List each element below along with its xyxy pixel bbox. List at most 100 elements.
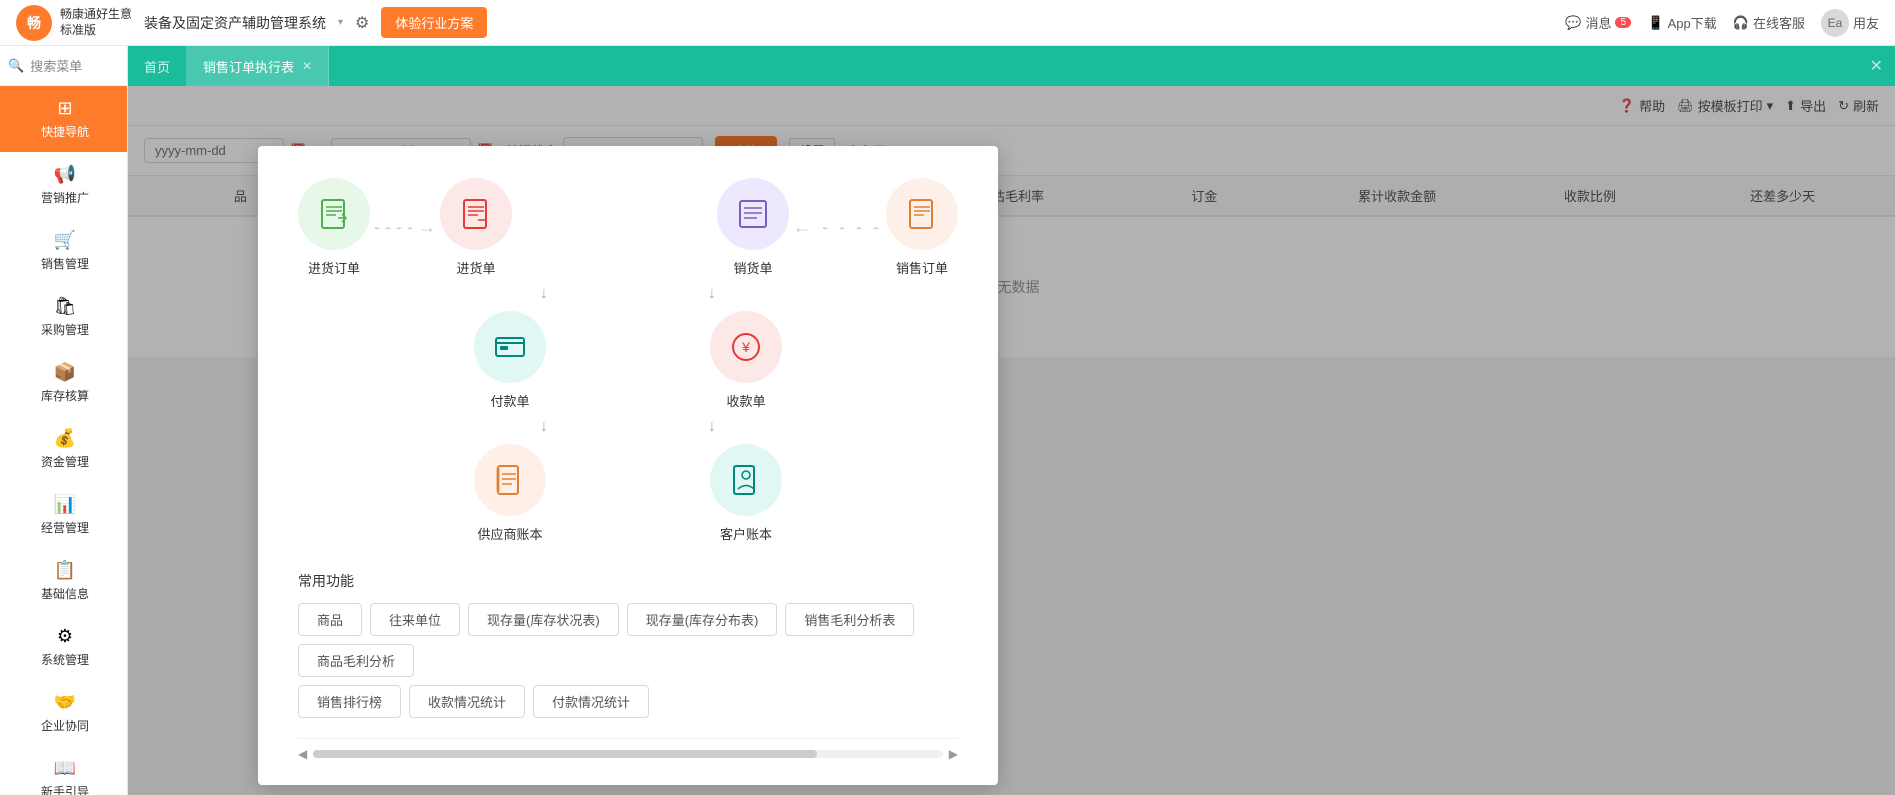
purchase-order-node[interactable] bbox=[298, 178, 370, 250]
tab-sales-order[interactable]: 销售订单执行表 ✕ bbox=[187, 46, 329, 86]
quick-nav-icon: ⊞ bbox=[57, 98, 72, 119]
func-btn-stock-status[interactable]: 现存量(库存状况表) bbox=[468, 603, 619, 636]
message-btn[interactable]: 💬 消息 5 bbox=[1565, 13, 1631, 32]
sidebar-item-enterprise[interactable]: 🤝 企业协同 bbox=[0, 680, 127, 746]
sidebar-menu: ⊞ 快捷导航 📢 营销推广 🛒 销售管理 🛍 采购管理 📦 库存核算 bbox=[0, 86, 127, 795]
func-btn-goods[interactable]: 商品 bbox=[298, 603, 362, 636]
inventory-icon: 📦 bbox=[54, 362, 76, 383]
purchase-bill-label: 进货单 bbox=[456, 258, 495, 277]
purchase-bill-down-col: ↓ bbox=[474, 281, 614, 307]
svg-text:¥: ¥ bbox=[741, 339, 750, 355]
close-all-tabs-btn[interactable]: ✕ bbox=[1858, 56, 1895, 76]
sidebar-item-label: 快捷导航 bbox=[41, 123, 89, 140]
sidebar-item-marketing[interactable]: 📢 营销推广 bbox=[0, 152, 127, 218]
settings-icon[interactable]: ⚙ bbox=[355, 13, 369, 33]
sidebar-item-system[interactable]: ⚙ 系统管理 bbox=[0, 614, 127, 680]
func-btn-receipt-stats[interactable]: 收款情况统计 bbox=[409, 685, 525, 718]
receipt-down-col: ↓ bbox=[642, 414, 782, 440]
sidebar-item-label: 企业协同 bbox=[41, 717, 89, 734]
purchase-order-col: 进货订单 bbox=[298, 178, 370, 277]
common-title: 常用功能 bbox=[298, 571, 958, 591]
modal-scrollbar: ◀ ▶ bbox=[298, 738, 958, 761]
scroll-track[interactable] bbox=[313, 750, 943, 758]
func-buttons: 商品 往来单位 现存量(库存状况表) 现存量(库存分布表) 销售毛利分析表 商品… bbox=[298, 603, 958, 677]
sidebar-item-purchase[interactable]: 🛍 采购管理 bbox=[0, 284, 127, 350]
sidebar: 🔍 搜索菜单 ⊞ 快捷导航 📢 营销推广 🛒 销售管理 🛍 采 bbox=[0, 46, 128, 795]
func-btn-counterpart[interactable]: 往来单位 bbox=[370, 603, 460, 636]
brand-icon: 畅 bbox=[16, 5, 52, 41]
system-title: 装备及固定资产辅助管理系统 bbox=[144, 13, 326, 33]
payment-down-col: ↓ bbox=[474, 414, 614, 440]
sales-bill-col: 销货单 bbox=[717, 178, 789, 277]
payment-bill-label: 付款单 bbox=[490, 391, 529, 410]
func-btn-stock-dist[interactable]: 现存量(库存分布表) bbox=[627, 603, 778, 636]
sidebar-item-basic[interactable]: 📋 基础信息 bbox=[0, 548, 127, 614]
app-download-btn[interactable]: 📱 App下载 bbox=[1647, 13, 1716, 32]
brand-logo: 畅 畅康通好生意 标准版 bbox=[16, 5, 132, 41]
scroll-right-arrow[interactable]: ▶ bbox=[949, 747, 958, 761]
payment-bill-node[interactable] bbox=[474, 311, 546, 383]
arrow-down-payment: ↓ bbox=[474, 285, 614, 303]
avatar: Ea bbox=[1821, 9, 1849, 37]
finance-icon: 💰 bbox=[54, 428, 76, 449]
func-buttons-row2: 销售排行榜 收款情况统计 付款情况统计 bbox=[298, 685, 958, 718]
online-service-btn[interactable]: 🎧 在线客服 bbox=[1733, 13, 1805, 32]
marketing-icon: 📢 bbox=[54, 164, 76, 185]
sidebar-item-finance[interactable]: 💰 资金管理 bbox=[0, 416, 127, 482]
sidebar-item-quick-nav[interactable]: ⊞ 快捷导航 bbox=[0, 86, 127, 152]
sales-bill-down-col: ↓ bbox=[642, 281, 782, 307]
sales-bill-node[interactable] bbox=[717, 178, 789, 250]
message-badge: 5 bbox=[1615, 17, 1631, 28]
sidebar-item-sales[interactable]: 🛒 销售管理 bbox=[0, 218, 127, 284]
arrow-down-supplier: ↓ bbox=[474, 418, 614, 436]
receipt-bill-label: 收款单 bbox=[726, 391, 765, 410]
arrow-down-customer: ↓ bbox=[642, 418, 782, 436]
sidebar-item-label: 营销推广 bbox=[41, 189, 89, 206]
sidebar-item-label: 基础信息 bbox=[41, 585, 89, 602]
sales-order-node[interactable] bbox=[886, 178, 958, 250]
quick-nav-modal: 进货订单 - - - - → bbox=[258, 146, 998, 785]
sidebar-item-inventory[interactable]: 📦 库存核算 bbox=[0, 350, 127, 416]
common-functions: 常用功能 商品 往来单位 现存量(库存状况表) 现存量(库存分布表) 销售毛利分… bbox=[298, 571, 958, 718]
sidebar-item-guide[interactable]: 📖 新手引导 bbox=[0, 746, 127, 795]
service-icon: 🎧 bbox=[1733, 15, 1749, 31]
customer-ledger-label: 客户账本 bbox=[720, 524, 772, 543]
sidebar-item-label: 采购管理 bbox=[41, 321, 89, 338]
purchase-order-label: 进货订单 bbox=[308, 258, 360, 277]
supplier-ledger-node[interactable] bbox=[474, 444, 546, 516]
sidebar-item-label: 资金管理 bbox=[41, 453, 89, 470]
tab-bar: 首页 销售订单执行表 ✕ ✕ bbox=[128, 46, 1895, 86]
user-menu[interactable]: Ea 用友 bbox=[1821, 9, 1879, 37]
trial-btn[interactable]: 体验行业方案 bbox=[381, 7, 487, 38]
modal-overlay: 进货订单 - - - - → bbox=[128, 86, 1895, 795]
system-icon: ⚙ bbox=[57, 626, 73, 647]
func-btn-sales-rank[interactable]: 销售排行榜 bbox=[298, 685, 401, 718]
sidebar-search[interactable]: 🔍 搜索菜单 bbox=[0, 46, 127, 86]
scroll-left-arrow[interactable]: ◀ bbox=[298, 747, 307, 761]
customer-ledger-node[interactable] bbox=[710, 444, 782, 516]
page-content: ❓ 帮助 🖨 按模板打印 ▾ ⬆ 导出 ↻ 刷新 bbox=[128, 86, 1895, 795]
supplier-ledger-col: 供应商账本 bbox=[474, 444, 546, 543]
func-btn-payment-stats[interactable]: 付款情况统计 bbox=[533, 685, 649, 718]
sidebar-item-label: 销售管理 bbox=[41, 255, 89, 272]
scroll-thumb bbox=[313, 750, 817, 758]
sidebar-item-operation[interactable]: 📊 经营管理 bbox=[0, 482, 127, 548]
sidebar-item-label: 库存核算 bbox=[41, 387, 89, 404]
content-area: 首页 销售订单执行表 ✕ ✕ ❓ 帮助 🖨 bbox=[128, 46, 1895, 795]
payment-bill-col: 付款单 bbox=[474, 311, 546, 410]
operation-icon: 📊 bbox=[54, 494, 76, 515]
sales-icon: 🛒 bbox=[54, 230, 76, 251]
basic-icon: 📋 bbox=[54, 560, 76, 581]
receipt-bill-col: ¥ 收款单 bbox=[710, 311, 782, 410]
tab-home[interactable]: 首页 bbox=[128, 46, 187, 86]
sales-order-col: 销售订单 bbox=[886, 178, 958, 277]
receipt-bill-node[interactable]: ¥ bbox=[710, 311, 782, 383]
tab-close-icon[interactable]: ✕ bbox=[302, 59, 312, 73]
purchase-bill-node[interactable] bbox=[440, 178, 512, 250]
func-btn-goods-profit[interactable]: 商品毛利分析 bbox=[298, 644, 414, 677]
supplier-ledger-label: 供应商账本 bbox=[477, 524, 542, 543]
search-icon: 🔍 bbox=[8, 58, 24, 74]
func-btn-sales-profit[interactable]: 销售毛利分析表 bbox=[785, 603, 914, 636]
purchase-bill-col: 进货单 bbox=[440, 178, 512, 277]
system-dropdown-icon[interactable]: ▾ bbox=[338, 17, 343, 28]
